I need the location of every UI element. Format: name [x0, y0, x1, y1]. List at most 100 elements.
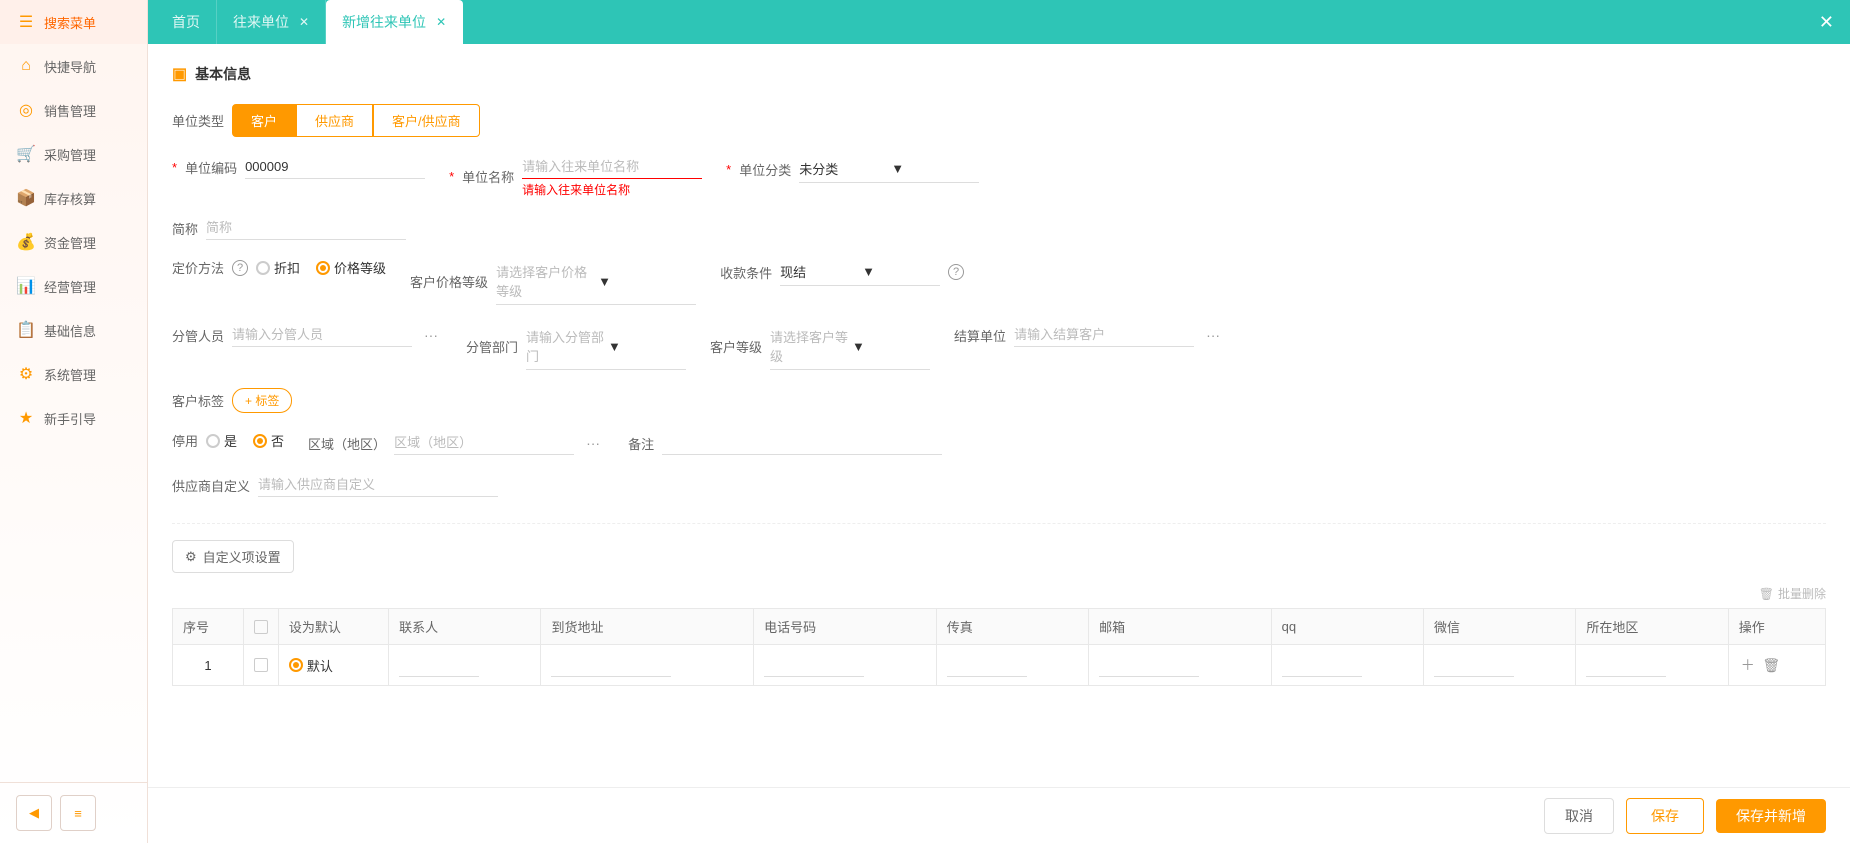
settlement-input[interactable]: [1014, 323, 1194, 347]
unit-type-row: 单位类型 客户 供应商 客户/供应商: [172, 104, 1826, 137]
wechat-input[interactable]: [1434, 653, 1514, 677]
radio-yes[interactable]: 是: [206, 431, 237, 450]
th-default: 设为默认: [278, 609, 388, 645]
customer-level-select[interactable]: 请选择客户等级 ▼: [770, 323, 930, 370]
cell-email[interactable]: [1089, 645, 1272, 686]
sidebar-item-guide[interactable]: ★ 新手引导: [0, 396, 147, 440]
sidebar-item-operations[interactable]: 📊 经营管理: [0, 264, 147, 308]
tab-home[interactable]: 首页: [156, 0, 217, 44]
tab-unit-list-close[interactable]: ✕: [299, 15, 309, 29]
sidebar-item-basic[interactable]: 📋 基础信息: [0, 308, 147, 352]
cell-wechat[interactable]: [1424, 645, 1576, 686]
manager-input[interactable]: [232, 323, 412, 347]
row-add-btn[interactable]: ＋: [1739, 653, 1757, 677]
row-delete-btn[interactable]: 🗑: [1760, 655, 1782, 676]
type-btn-customer[interactable]: 客户: [232, 104, 296, 137]
cell-fax[interactable]: [936, 645, 1088, 686]
tab-bar-close-all[interactable]: ✕: [1811, 12, 1842, 33]
search-menu-icon: ☰: [16, 12, 36, 32]
sidebar-item-finance[interactable]: 💰 资金管理: [0, 220, 147, 264]
unit-category-label: 单位分类: [739, 160, 791, 179]
supplier-custom-row: 供应商自定义: [172, 473, 1826, 497]
cell-region[interactable]: [1576, 645, 1728, 686]
save-button[interactable]: 保存: [1626, 798, 1704, 834]
sidebar-item-system[interactable]: ⚙ 系统管理: [0, 352, 147, 396]
dept-select[interactable]: 请输入分管部门 ▼: [526, 323, 686, 370]
table-region-input[interactable]: [1586, 653, 1666, 677]
region-more-btn[interactable]: ···: [582, 435, 604, 451]
payment-terms-help-icon[interactable]: ?: [948, 264, 964, 280]
operations-icon: 📊: [16, 276, 36, 296]
qq-input[interactable]: [1282, 653, 1362, 677]
remark-input[interactable]: [662, 431, 942, 455]
inventory-icon: 📦: [16, 188, 36, 208]
fax-input[interactable]: [947, 653, 1027, 677]
customer-price-level-select[interactable]: 请选择客户价格等级 ▼: [496, 258, 696, 305]
pricing-help-icon[interactable]: ?: [232, 260, 248, 276]
add-tag-button[interactable]: + 标签: [232, 388, 292, 413]
payment-terms-arrow-icon: ▼: [862, 264, 940, 279]
code-name-row: * 单位编码 * 单位名称 请输入往来单位名称 * 单位分类 未分类 ▼: [172, 155, 1826, 198]
settlement-more-btn[interactable]: ···: [1202, 327, 1224, 343]
sidebar-collapse-btn[interactable]: ◀: [16, 795, 52, 831]
basic-icon: 📋: [16, 320, 36, 340]
unit-category-select[interactable]: 未分类 ▼: [799, 155, 979, 183]
unit-name-input[interactable]: [522, 155, 702, 179]
cell-contact[interactable]: [389, 645, 541, 686]
sidebar-item-quicknav[interactable]: ⌂ 快捷导航: [0, 44, 147, 88]
abbr-field: 简称: [172, 216, 406, 240]
tab-unit-list[interactable]: 往来单位 ✕: [217, 0, 326, 44]
settlement-field: 结算单位 ···: [954, 323, 1224, 347]
cell-qq[interactable]: [1271, 645, 1423, 686]
pricing-method-label: 定价方法: [172, 258, 224, 277]
tab-bar: 首页 往来单位 ✕ 新增往来单位 ✕ ✕: [148, 0, 1850, 44]
th-seq: 序号: [173, 609, 244, 645]
save-new-button[interactable]: 保存并新增: [1716, 799, 1826, 833]
type-btn-supplier[interactable]: 供应商: [296, 104, 373, 137]
sidebar-settings-btn[interactable]: ≡: [60, 795, 96, 831]
manager-more-btn[interactable]: ···: [420, 327, 442, 343]
cell-address[interactable]: [541, 645, 754, 686]
radio-yes-label: 是: [224, 431, 237, 450]
unit-name-field: * 单位名称 请输入往来单位名称: [449, 155, 702, 198]
customer-level-placeholder: 请选择客户等级: [770, 327, 848, 365]
unit-code-input[interactable]: [245, 155, 425, 179]
abbr-input[interactable]: [206, 216, 406, 240]
sidebar-item-label: 快捷导航: [44, 57, 96, 76]
region-input[interactable]: [394, 431, 574, 455]
radio-default[interactable]: 默认: [289, 656, 378, 675]
bottom-bar: 取消 保存 保存并新增: [148, 787, 1850, 843]
type-btn-both[interactable]: 客户/供应商: [373, 104, 480, 137]
custom-settings-button[interactable]: ⚙ 自定义项设置: [172, 540, 294, 573]
remark-label: 备注: [628, 434, 654, 453]
payment-terms-label: 收款条件: [720, 263, 772, 282]
radio-no[interactable]: 否: [253, 431, 284, 450]
manager-label: 分管人员: [172, 326, 224, 345]
sidebar-item-inventory[interactable]: 📦 库存核算: [0, 176, 147, 220]
sidebar-item-purchase[interactable]: 🛒 采购管理: [0, 132, 147, 176]
th-address: 到货地址: [541, 609, 754, 645]
unit-code-label: 单位编码: [185, 158, 237, 177]
sidebar-item-search[interactable]: ☰ 搜索菜单: [0, 0, 147, 44]
sidebar-bottom: ◀ ≡: [0, 782, 147, 843]
supplier-custom-input[interactable]: [258, 473, 498, 497]
purchase-icon: 🛒: [16, 144, 36, 164]
tab-unit-new-close[interactable]: ✕: [436, 15, 446, 29]
cell-action: ＋ 🗑: [1728, 645, 1825, 686]
address-input[interactable]: [551, 653, 671, 677]
th-wechat: 微信: [1424, 609, 1576, 645]
email-input[interactable]: [1099, 653, 1199, 677]
sidebar-item-sales[interactable]: ◎ 销售管理: [0, 88, 147, 132]
contact-input[interactable]: [399, 653, 479, 677]
cancel-button[interactable]: 取消: [1544, 798, 1614, 834]
radio-discount[interactable]: 折扣: [256, 258, 300, 277]
phone-input[interactable]: [764, 653, 864, 677]
tab-unit-new[interactable]: 新增往来单位 ✕: [326, 0, 463, 44]
radio-price-level[interactable]: 价格等级: [316, 258, 386, 277]
payment-terms-select[interactable]: 现结 ▼: [780, 258, 940, 286]
cell-phone[interactable]: [754, 645, 937, 686]
section-basic-info: ▣ 基本信息: [172, 64, 1826, 84]
header-checkbox[interactable]: [254, 620, 268, 634]
customer-price-level-label: 客户价格等级: [410, 272, 488, 291]
row-checkbox[interactable]: [254, 658, 268, 672]
